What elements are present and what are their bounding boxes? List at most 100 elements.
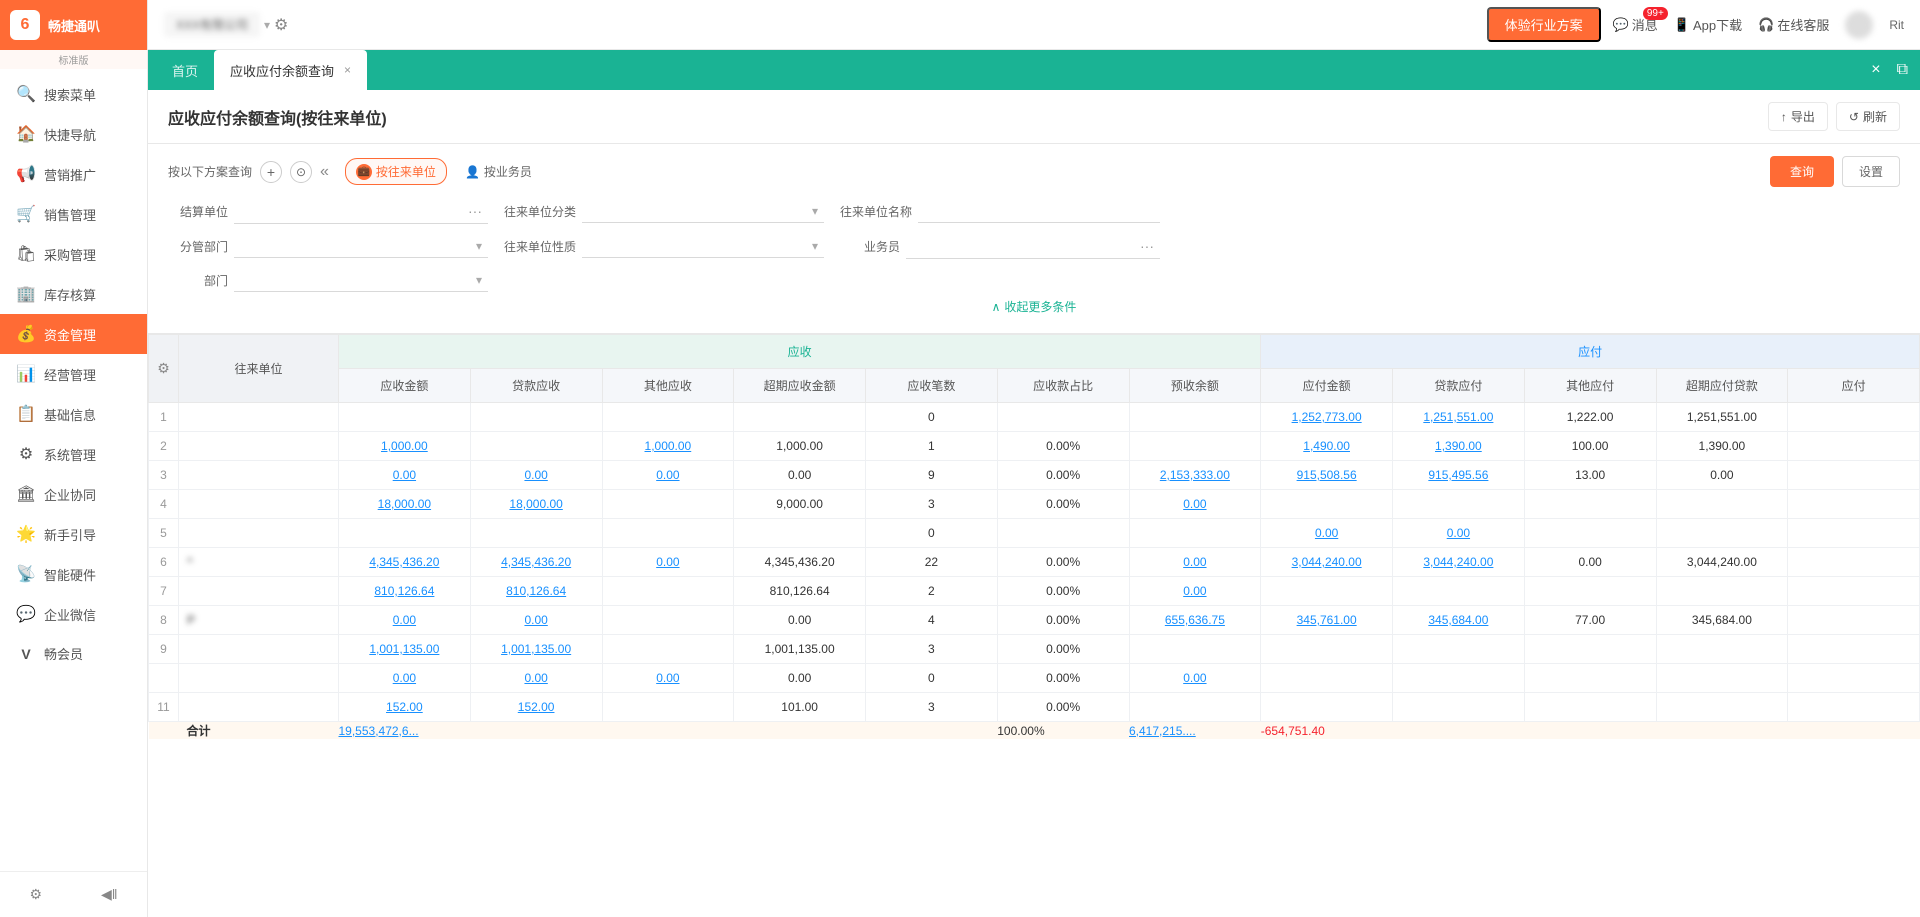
table-cell <box>1393 577 1525 606</box>
filter-label: 按以下方案查询 <box>168 163 252 180</box>
table-cell <box>470 519 602 548</box>
settlement-unit-dots[interactable]: ··· <box>468 203 482 219</box>
table-cell <box>1261 577 1393 606</box>
settlement-unit-input[interactable]: ··· <box>234 199 488 224</box>
sidebar-item-member[interactable]: V 畅会员 <box>0 634 147 673</box>
filter-add-button[interactable]: + <box>260 161 282 183</box>
header-settings-icon[interactable]: ⚙ <box>274 15 288 35</box>
sidebar-bottom: ⚙ ◀‖ <box>0 871 147 917</box>
table-cell: 0.00 <box>734 606 866 635</box>
table-cell: 0.00 <box>1129 577 1261 606</box>
table-cell: 0.00 <box>1524 548 1656 577</box>
table-cell: 0.00 <box>339 461 471 490</box>
field-salesperson: 业务员 ··· <box>840 234 1160 259</box>
tab-receivable-query[interactable]: 应收应付余额查询 × <box>214 50 367 90</box>
filter-by-partner[interactable]: 💼 按往来单位 <box>345 158 447 185</box>
logo-name: 畅捷通叭 <box>48 16 100 35</box>
app-download-link[interactable]: 📱 App下载 <box>1674 15 1742 34</box>
sidebar-edition: 标准版 <box>0 50 147 69</box>
online-service-link[interactable]: 🎧 在线客服 <box>1758 15 1829 34</box>
filter-row-2: 分管部门 ▾ 往来单位性质 ▾ 业务员 <box>168 234 1900 259</box>
filter-collapse-button[interactable]: « <box>320 163 329 181</box>
export-icon: ↑ <box>1781 110 1787 124</box>
table-cell: 0.00 <box>1129 490 1261 519</box>
query-button[interactable]: 查询 <box>1770 156 1834 187</box>
table-cell: 655,636.75 <box>1129 606 1261 635</box>
table-cell: 0.00% <box>997 577 1129 606</box>
table-row: 91,001,135.001,001,135.001,001,135.0030.… <box>149 635 1920 664</box>
partner-nature-select[interactable]: ▾ <box>582 235 824 258</box>
department-select[interactable]: ▾ <box>234 269 488 292</box>
partner-name-input[interactable] <box>918 200 1160 223</box>
filter-by-staff[interactable]: 👤 按业务员 <box>455 158 542 185</box>
filter-schema-button[interactable]: ⊙ <box>290 161 312 183</box>
table-cell <box>1393 664 1525 693</box>
table-cell <box>602 519 734 548</box>
table-cell: 0.00 <box>339 664 471 693</box>
sidebar-item-purchase[interactable]: 🛍 采购管理 <box>0 234 147 274</box>
home-icon: 🏠 <box>16 124 36 144</box>
table-row: 500.000.00 <box>149 519 1920 548</box>
tab-close-icon[interactable]: × <box>344 63 351 77</box>
user-avatar[interactable] <box>1845 11 1873 39</box>
sidebar-item-corp[interactable]: 🏛 企业协同 <box>0 474 147 514</box>
sidebar-item-operation[interactable]: 📊 经营管理 <box>0 354 147 394</box>
sidebar-item-sales[interactable]: 🛒 销售管理 <box>0 194 147 234</box>
table-cell: 345,761.00 <box>1261 606 1393 635</box>
sidebar-item-search[interactable]: 🔍 搜索菜单 <box>0 74 147 114</box>
sidebar-settings-button[interactable]: ⚙ <box>17 880 54 909</box>
message-badge: 99+ <box>1643 7 1668 20</box>
table-cell: 5 <box>149 519 179 548</box>
table-cell: 18,000.00 <box>339 490 471 519</box>
sidebar-item-system[interactable]: ⚙ 系统管理 <box>0 434 147 474</box>
sidebar-collapse-button[interactable]: ◀‖ <box>89 880 130 909</box>
table-cell: 4,345,436.20 <box>470 548 602 577</box>
tab-close-window-button[interactable]: × <box>1867 57 1884 83</box>
sidebar-item-guide[interactable]: 🌟 新手引导 <box>0 514 147 554</box>
partner-category-select[interactable]: ▾ <box>582 200 824 223</box>
table-cell <box>1788 664 1920 693</box>
table-cell <box>602 693 734 722</box>
message-button[interactable]: 💬 消息 99+ <box>1613 15 1658 34</box>
salesperson-dots[interactable]: ··· <box>1140 238 1154 254</box>
total-row: 合计 19,553,472,6... 100.00% 6,417,215....… <box>149 722 1920 740</box>
breadcrumb-dropdown[interactable]: ▾ <box>264 18 270 32</box>
tab-fullscreen-button[interactable]: ⧉ <box>1893 57 1912 83</box>
sidebar-item-baseinfo[interactable]: 📋 基础信息 <box>0 394 147 434</box>
table-cell: 3 <box>149 461 179 490</box>
dept-manager-select[interactable]: ▾ <box>234 235 488 258</box>
table-cell: 0 <box>866 664 998 693</box>
export-button[interactable]: ↑ 导出 <box>1768 102 1828 131</box>
table-cell <box>1524 577 1656 606</box>
table-cell: 3 <box>866 693 998 722</box>
table-cell: 3,044,240.00 <box>1261 548 1393 577</box>
setting-button[interactable]: 设置 <box>1842 156 1900 187</box>
table-cell: 2 <box>866 577 998 606</box>
table-row: 418,000.0018,000.009,000.0030.00%0.00 <box>149 490 1920 519</box>
table-cell <box>1656 693 1788 722</box>
sidebar-item-quicknav[interactable]: 🏠 快捷导航 <box>0 114 147 154</box>
table-cell <box>149 664 179 693</box>
sidebar-item-finance[interactable]: 💰 资金管理 <box>0 314 147 354</box>
table-cell: 4 <box>149 490 179 519</box>
table-cell <box>1261 490 1393 519</box>
sidebar-item-wechat[interactable]: 💬 企业微信 <box>0 594 147 634</box>
table-cell: 0.00 <box>1656 461 1788 490</box>
sidebar-item-inventory[interactable]: 🏢 库存核算 <box>0 274 147 314</box>
table-cell: 3 <box>866 635 998 664</box>
sidebar-item-marketing[interactable]: 📢 营销推广 <box>0 154 147 194</box>
tab-home[interactable]: 首页 <box>156 50 214 90</box>
table-row: 0.000.000.000.0000.00%0.00 <box>149 664 1920 693</box>
col-other-recv: 其他应收 <box>602 369 734 403</box>
table-cell: 7 <box>149 577 179 606</box>
col-recv-count: 应收笔数 <box>866 369 998 403</box>
filter-collapse-more[interactable]: ∧ 收起更多条件 <box>168 292 1900 321</box>
salesperson-input[interactable]: ··· <box>906 234 1160 259</box>
table-cell: 0.00% <box>997 461 1129 490</box>
table-settings-icon[interactable]: ⚙ <box>157 360 170 376</box>
col-payable-group-header: 应付 <box>1261 335 1920 369</box>
promo-button[interactable]: 体验行业方案 <box>1487 7 1601 42</box>
refresh-button[interactable]: ↺ 刷新 <box>1836 102 1900 131</box>
sidebar-item-hardware[interactable]: 📡 智能硬件 <box>0 554 147 594</box>
filter-area: 按以下方案查询 + ⊙ « 💼 按往来单位 👤 按业务员 查询 设置 <box>148 144 1920 334</box>
